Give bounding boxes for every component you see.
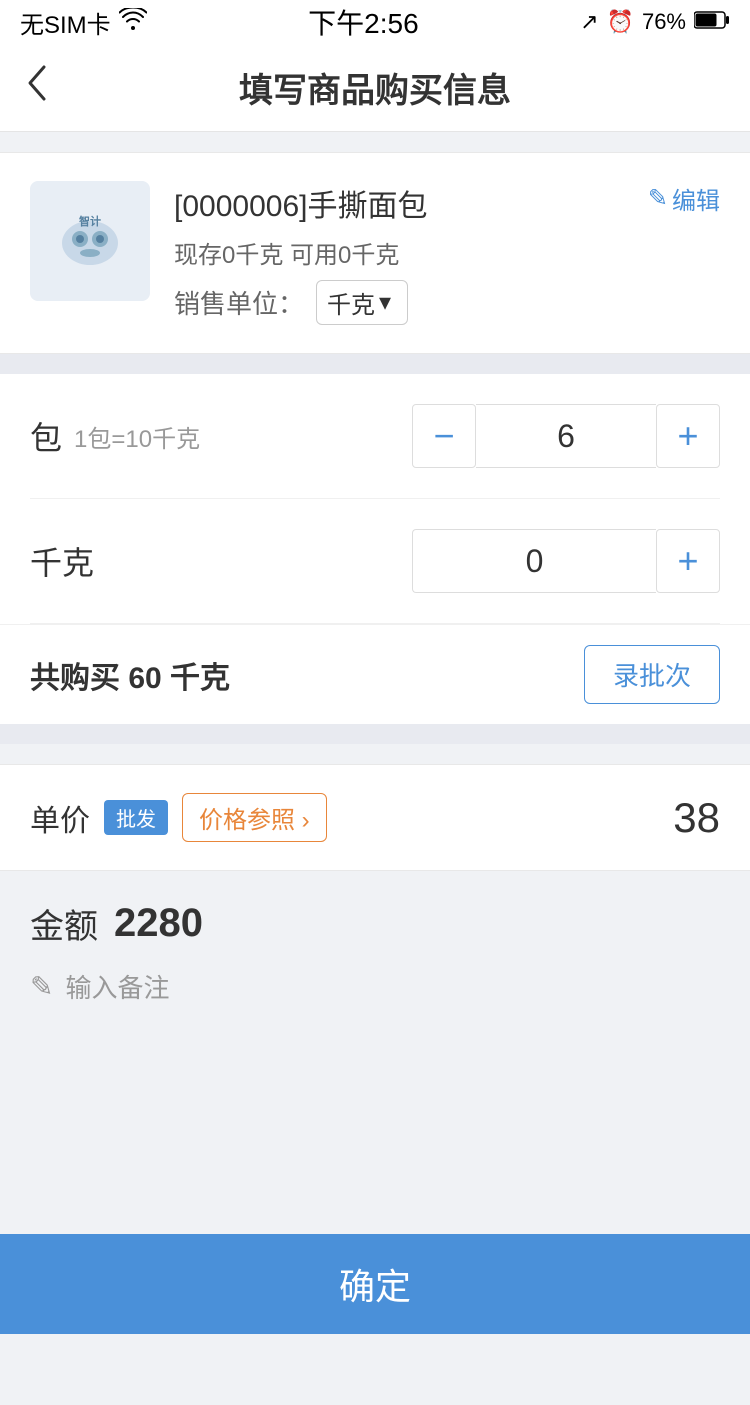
- bag-plus-button[interactable]: +: [656, 404, 720, 468]
- edit-icon: ✎: [648, 184, 668, 213]
- summary-amount: 60: [128, 662, 161, 695]
- bag-hint: 1包=10千克: [74, 419, 200, 454]
- edit-label: 编辑: [672, 181, 720, 216]
- price-row: 单价 批发 价格参照 › 38: [30, 793, 720, 842]
- note-row[interactable]: ✎ 输入备注: [30, 968, 720, 1005]
- bag-quantity-control: − +: [412, 404, 720, 468]
- amount-label: 金额: [30, 899, 98, 948]
- unit-dropdown-icon: ▾: [379, 288, 391, 317]
- product-stock: 现存0千克 可用0千克: [174, 235, 624, 270]
- alarm-icon: ⏰: [607, 9, 634, 35]
- carrier-text: 无SIM卡: [20, 5, 111, 40]
- amount-section: 金额 2280 ✎ 输入备注: [0, 871, 750, 1025]
- status-left: 无SIM卡: [20, 5, 147, 40]
- plus-icon: +: [677, 415, 698, 457]
- status-right: ↗ ⏰ 76%: [580, 9, 730, 35]
- svg-text:智计: 智计: [79, 214, 101, 228]
- price-value: 38: [673, 794, 720, 842]
- quantity-section: 包 1包=10千克 − + 千克 +: [0, 374, 750, 624]
- product-card: 智计 [0000006]手撕面包 现存0千克 可用0千克 销售单位： 千克 ▾ …: [0, 152, 750, 354]
- kg-plus-button[interactable]: +: [656, 529, 720, 593]
- status-bar: 无SIM卡 下午2:56 ↗ ⏰ 76%: [0, 0, 750, 44]
- unit-value: 千克: [327, 285, 375, 320]
- kg-quantity-control: +: [412, 529, 720, 593]
- note-placeholder: 输入备注: [65, 968, 169, 1005]
- product-info: [0000006]手撕面包 现存0千克 可用0千克 销售单位： 千克 ▾: [174, 181, 624, 325]
- confirm-bar[interactable]: 确定: [0, 1234, 750, 1334]
- kg-label: 千克: [30, 538, 94, 584]
- unit-label: 销售单位：: [174, 284, 304, 321]
- confirm-button-label: 确定: [339, 1258, 411, 1310]
- bag-minus-button[interactable]: −: [412, 404, 476, 468]
- back-button[interactable]: [24, 63, 48, 112]
- nav-bar: 填写商品购买信息: [0, 44, 750, 132]
- amount-row: 金额 2280: [30, 899, 720, 948]
- pencil-icon: ✎: [30, 970, 53, 1003]
- bag-quantity-input[interactable]: [476, 404, 656, 468]
- battery-text: 76%: [642, 9, 686, 35]
- price-badge: 批发: [104, 800, 168, 835]
- product-image: 智计: [30, 181, 150, 301]
- wifi-icon: [119, 8, 147, 37]
- bag-label-text: 包: [30, 413, 62, 459]
- product-unit-row: 销售单位： 千克 ▾: [174, 280, 624, 325]
- kg-input-row: 千克 +: [30, 499, 720, 624]
- product-card-right: ✎ 编辑: [648, 181, 720, 216]
- section-divider-2: [0, 724, 750, 744]
- bottom-filler: [0, 1025, 750, 1405]
- bag-label: 包 1包=10千克: [30, 413, 200, 459]
- batch-button[interactable]: 录批次: [584, 645, 720, 704]
- price-label: 单价: [30, 796, 90, 840]
- bag-input-row: 包 1包=10千克 − +: [30, 374, 720, 499]
- price-ref-button[interactable]: 价格参照 ›: [182, 793, 327, 842]
- kg-quantity-input[interactable]: [412, 529, 656, 593]
- edit-button[interactable]: ✎ 编辑: [648, 181, 720, 216]
- minus-icon: −: [433, 415, 454, 457]
- price-left: 单价 批发 价格参照 ›: [30, 793, 327, 842]
- summary-section: 共购买 60 千克 录批次: [0, 624, 750, 724]
- status-time: 下午2:56: [308, 2, 419, 42]
- section-divider-1: [0, 354, 750, 374]
- summary-text: 共购买 60 千克: [30, 653, 230, 697]
- kg-label-text: 千克: [30, 538, 94, 584]
- amount-value: 2280: [114, 901, 203, 946]
- page-title: 填写商品购买信息: [239, 63, 511, 112]
- kg-plus-icon: +: [677, 540, 698, 582]
- summary-unit: 千克: [162, 662, 230, 695]
- location-icon: ↗: [580, 9, 598, 35]
- unit-selector[interactable]: 千克 ▾: [316, 280, 408, 325]
- battery-icon: [694, 9, 730, 35]
- summary-prefix: 共购买: [30, 662, 128, 695]
- price-section: 单价 批发 价格参照 › 38: [0, 764, 750, 871]
- product-name: [0000006]手撕面包: [174, 181, 624, 225]
